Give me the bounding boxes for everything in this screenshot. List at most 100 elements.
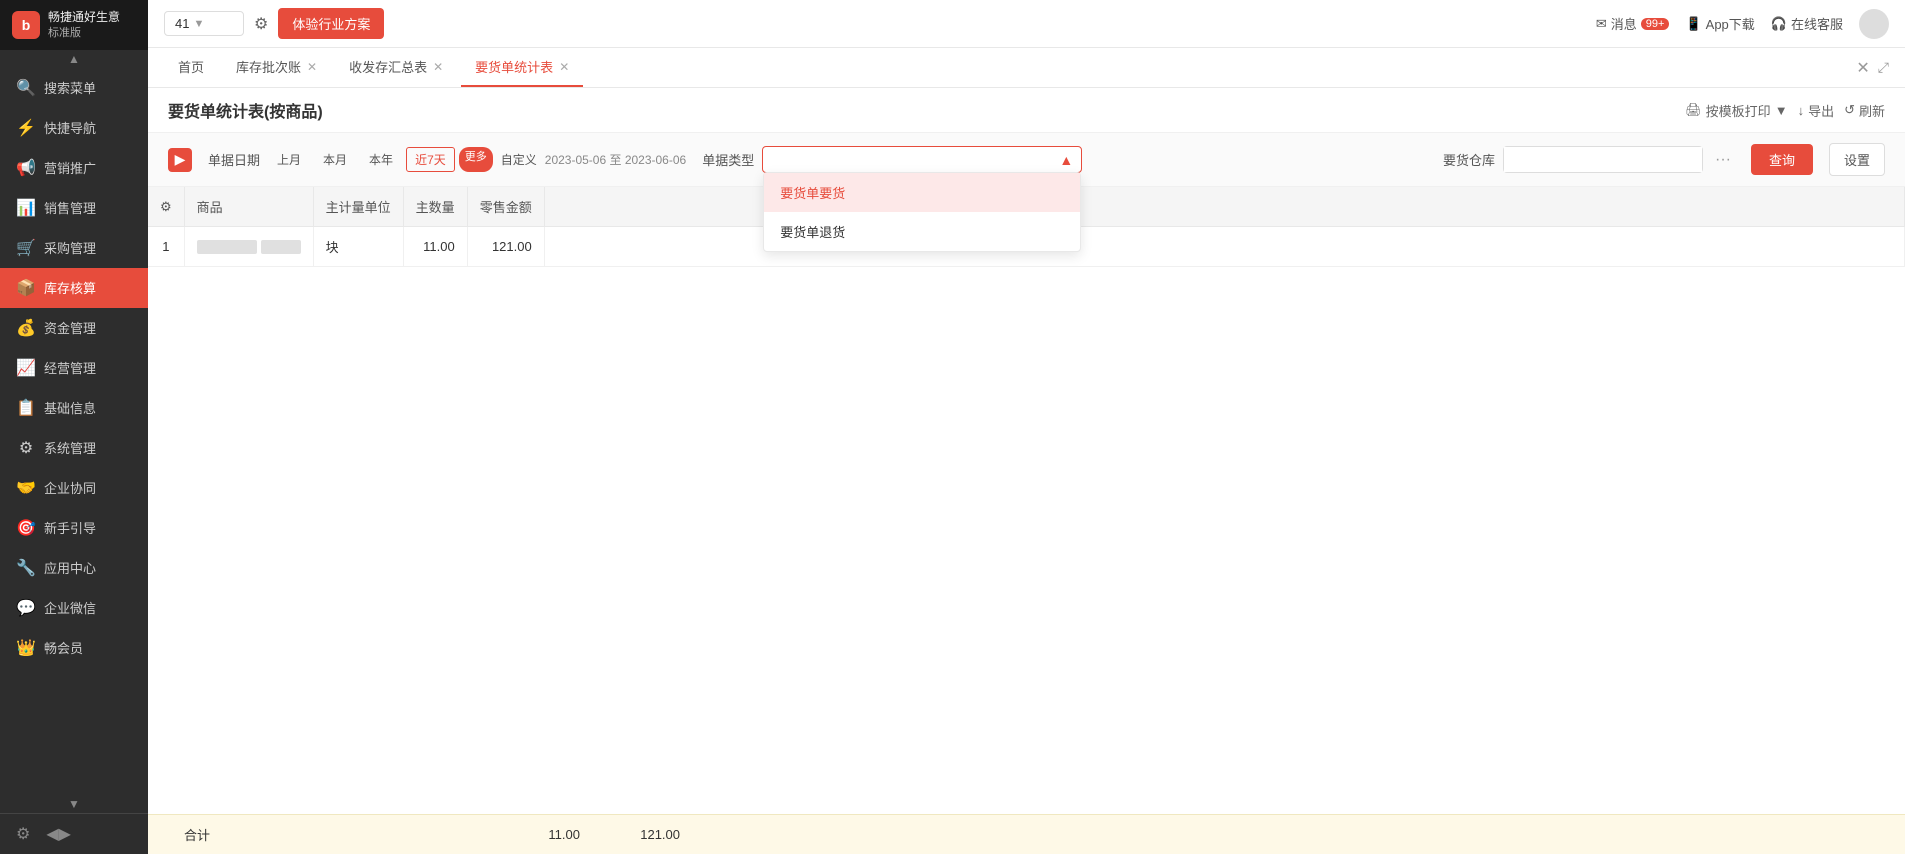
chevron-down-icon: ▼ <box>193 18 204 30</box>
page-content: 要货单统计表(按商品) 🖨 按模板打印 ▼ ↓ 导出 ↺ 刷新 ▶ <box>148 88 1905 854</box>
page-actions: 🖨 按模板打印 ▼ ↓ 导出 ↺ 刷新 <box>1685 101 1885 120</box>
sidebar-bottom: ⚙ ◀▶ <box>0 813 148 854</box>
tab-home[interactable]: 首页 <box>164 49 218 87</box>
collapse-icon[interactable]: ◀▶ <box>46 824 71 844</box>
warehouse-filter-input[interactable] <box>1504 147 1702 172</box>
row-product <box>184 227 313 267</box>
footer-unit <box>372 815 492 854</box>
tab-order-stats-close[interactable]: ✕ <box>559 60 569 74</box>
footer-amount: 121.00 <box>592 815 692 854</box>
tab-summary-label: 收发存汇总表 <box>349 57 427 76</box>
table-settings-col[interactable]: ⚙ <box>148 187 184 227</box>
sidebar-item-search[interactable]: 🔍 搜索菜单 <box>0 68 148 108</box>
tab-batch-ledger-close[interactable]: ✕ <box>307 60 317 74</box>
sidebar-item-label: 搜索菜单 <box>44 78 96 97</box>
sidebar-scroll-up[interactable]: ▲ <box>0 50 148 68</box>
page-header: 要货单统计表(按商品) 🖨 按模板打印 ▼ ↓ 导出 ↺ 刷新 <box>148 88 1905 133</box>
date-quick-buttons: 上月 本月 本年 近7天 更多 <box>268 147 493 172</box>
tab-batch-ledger-label: 库存批次账 <box>236 57 301 76</box>
refresh-icon: ↺ <box>1844 102 1855 118</box>
type-dropdown: 要货单要货 要货单退货 <box>763 172 1081 252</box>
filter-bar: ▶ 单据日期 上月 本月 本年 近7天 更多 自定义 2023-05-06 至 … <box>148 133 1905 187</box>
company-select-value: 41 <box>175 16 189 31</box>
date-btn-this-year[interactable]: 本年 <box>360 147 402 172</box>
product-placeholder-1 <box>197 240 257 254</box>
filter-toggle-button[interactable]: ▶ <box>168 148 192 172</box>
sidebar-item-guide[interactable]: 🎯 新手引导 <box>0 508 148 548</box>
finance-icon: 💰 <box>16 318 36 338</box>
search-icon: 🔍 <box>16 78 36 98</box>
wechat-icon: 💬 <box>16 598 36 618</box>
date-range-display: 2023-05-06 至 2023-06-06 <box>545 151 686 168</box>
sidebar-item-member[interactable]: 👑 畅会员 <box>0 628 148 668</box>
tab-home-label: 首页 <box>178 57 204 76</box>
sidebar-item-marketing[interactable]: 📢 营销推广 <box>0 148 148 188</box>
date-custom-button[interactable]: 自定义 <box>501 151 537 168</box>
sidebar-item-label: 销售管理 <box>44 198 96 217</box>
tabbar: 首页 库存批次账 ✕ 收发存汇总表 ✕ 要货单统计表 ✕ ✕ ⤢ <box>148 48 1905 88</box>
row-qty: 11.00 <box>403 227 467 267</box>
company-select[interactable]: 41 ▼ <box>164 11 244 36</box>
tab-batch-ledger[interactable]: 库存批次账 ✕ <box>222 49 331 87</box>
type-filter-arrow-icon[interactable]: ▲ <box>1051 152 1081 168</box>
sidebar-item-wechat[interactable]: 💬 企业微信 <box>0 588 148 628</box>
sidebar-scroll-down[interactable]: ▼ <box>0 795 148 813</box>
message-icon: ✉ <box>1596 16 1607 32</box>
purchase-icon: 🛒 <box>16 238 36 258</box>
sidebar-item-label: 系统管理 <box>44 438 96 457</box>
type-filter-wrapper: 单据类型 ▲ 要货单要货 要货单退货 <box>702 146 1427 173</box>
app-download-button[interactable]: 📱 App下载 <box>1685 14 1754 33</box>
filter-more-icon[interactable]: ··· <box>1711 151 1735 169</box>
sidebar-item-cooperation[interactable]: 🤝 企业协同 <box>0 468 148 508</box>
type-filter-input[interactable] <box>763 147 1051 172</box>
dropdown-option-order-return[interactable]: 要货单退货 <box>764 212 1080 251</box>
tab-summary-close[interactable]: ✕ <box>433 60 443 74</box>
app-logo-text: 畅捷通好生意 标准版 <box>48 10 120 40</box>
user-avatar[interactable] <box>1859 9 1889 39</box>
marketing-icon: 📢 <box>16 158 36 178</box>
sidebar-item-quick-nav[interactable]: ⚡ 快捷导航 <box>0 108 148 148</box>
sidebar-item-label: 资金管理 <box>44 318 96 337</box>
online-service-button[interactable]: 🎧 在线客服 <box>1771 14 1843 33</box>
sidebar-item-finance[interactable]: 💰 资金管理 <box>0 308 148 348</box>
sidebar-item-purchase[interactable]: 🛒 采购管理 <box>0 228 148 268</box>
table-col-product: 商品 <box>184 187 313 227</box>
tab-order-stats[interactable]: 要货单统计表 ✕ <box>461 49 583 87</box>
app-download-icon: 📱 <box>1685 16 1701 32</box>
sidebar-item-sales[interactable]: 📊 销售管理 <box>0 188 148 228</box>
tab-summary[interactable]: 收发存汇总表 ✕ <box>335 49 457 87</box>
date-btn-7days[interactable]: 近7天 <box>406 147 455 172</box>
query-button[interactable]: 查询 <box>1751 144 1813 175</box>
date-btn-this-month[interactable]: 本月 <box>314 147 356 172</box>
template-print-button[interactable]: 🖨 按模板打印 ▼ <box>1685 101 1787 120</box>
sidebar-item-system[interactable]: ⚙ 系统管理 <box>0 428 148 468</box>
date-more-badge[interactable]: 更多 <box>459 147 493 172</box>
sidebar-item-app-center[interactable]: 🔧 应用中心 <box>0 548 148 588</box>
message-button[interactable]: ✉ 消息 99+ <box>1596 14 1670 33</box>
date-btn-last-month[interactable]: 上月 <box>268 147 310 172</box>
footer-row: 合计 11.00 121.00 <box>148 815 1905 854</box>
topbar-right: ✉ 消息 99+ 📱 App下载 🎧 在线客服 <box>1596 9 1889 39</box>
settings-bottom-icon[interactable]: ⚙ <box>16 824 30 844</box>
expand-tabs-icon[interactable]: ⤢ <box>1878 59 1889 76</box>
sidebar: b 畅捷通好生意 标准版 ▲ 🔍 搜索菜单 ⚡ 快捷导航 📢 营销推广 📊 销售… <box>0 0 148 854</box>
basic-info-icon: 📋 <box>16 398 36 418</box>
sales-icon: 📊 <box>16 198 36 218</box>
promo-button[interactable]: 体验行业方案 <box>278 8 384 39</box>
export-button[interactable]: ↓ 导出 <box>1798 101 1835 120</box>
warehouse-filter-input-wrapper <box>1503 146 1703 173</box>
sidebar-item-management[interactable]: 📈 经营管理 <box>0 348 148 388</box>
close-all-tabs-button[interactable]: ✕ <box>1856 58 1869 78</box>
table-footer: 合计 11.00 121.00 <box>148 814 1905 854</box>
sidebar-item-label: 快捷导航 <box>44 118 96 137</box>
dropdown-option-order-goods[interactable]: 要货单要货 <box>764 173 1080 212</box>
sidebar-item-basic-info[interactable]: 📋 基础信息 <box>0 388 148 428</box>
app-center-icon: 🔧 <box>16 558 36 578</box>
topbar-gear-icon[interactable]: ⚙ <box>254 14 268 34</box>
export-icon: ↓ <box>1798 103 1805 118</box>
sidebar-item-inventory[interactable]: 📦 库存核算 <box>0 268 148 308</box>
refresh-button[interactable]: ↺ 刷新 <box>1844 101 1885 120</box>
warehouse-filter-label: 要货仓库 <box>1443 150 1495 169</box>
row-unit: 块 <box>313 227 403 267</box>
settings-button[interactable]: 设置 <box>1829 143 1885 176</box>
